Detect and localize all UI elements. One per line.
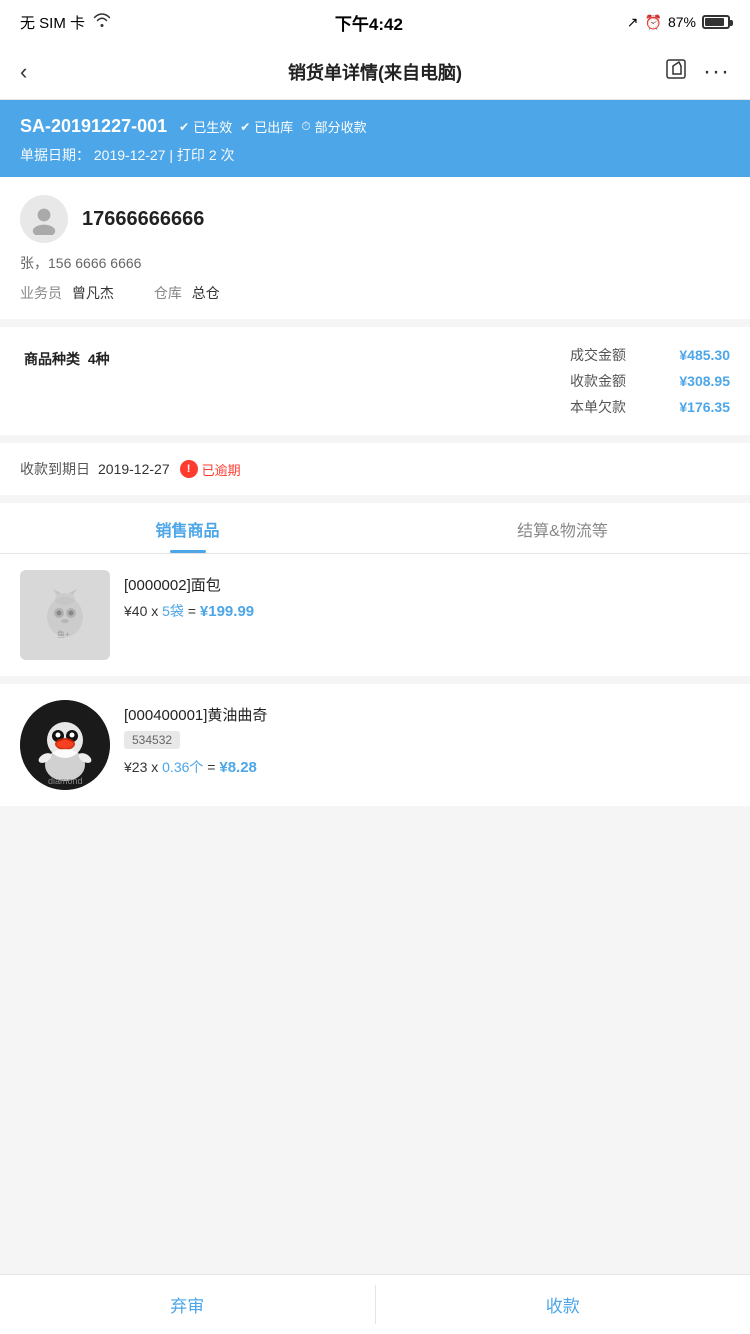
product-item-cookie: diamond [000400001]黄油曲奇 534532 ¥23 x 0.3…	[0, 684, 750, 806]
product-list: 鱼+ [0000002]面包 ¥40 x 5袋 = ¥199.99	[0, 554, 750, 806]
customer-meta: 业务员 曾凡杰 仓库 总仓	[20, 283, 730, 303]
tab-settlement[interactable]: 结算&物流等	[375, 503, 750, 553]
badge-shipped: 已出库	[240, 117, 293, 136]
received-amount-label: 收款金额	[570, 371, 626, 391]
amounts: 成交金额 ¥485.30 收款金额 ¥308.95 本单欠款 ¥176.35	[570, 345, 730, 417]
warehouse: 仓库 总仓	[154, 283, 220, 303]
bottom-bar: 弃审 收款	[0, 1274, 750, 1334]
product-info-cookie: [000400001]黄油曲奇 534532 ¥23 x 0.36个 = ¥8.…	[124, 700, 730, 777]
location-icon: ↗	[627, 14, 639, 31]
product-price-cookie: ¥23 x 0.36个 = ¥8.28	[124, 757, 730, 777]
order-header: SA-20191227-001 已生效 已出库 部分收款 单据日期： 2019-…	[0, 100, 750, 177]
product-types-value: 4种	[88, 351, 110, 367]
sales-rep-label: 业务员	[20, 285, 62, 301]
svg-text:鱼+: 鱼+	[57, 629, 70, 639]
battery-icon	[702, 15, 730, 29]
deal-amount-row: 成交金额 ¥485.30	[570, 345, 730, 365]
tabs-row: 销售商品 结算&物流等	[0, 503, 750, 553]
tab-products-label: 销售商品	[155, 523, 219, 540]
date-label: 单据日期：	[20, 147, 90, 163]
more-button[interactable]: ···	[703, 58, 730, 86]
product-sku-cookie: 534532	[124, 731, 180, 749]
cancel-review-button[interactable]: 弃审	[0, 1275, 375, 1334]
summary-section: 商品种类 4种 成交金额 ¥485.30 收款金额 ¥308.95 本单欠款 ¥…	[0, 327, 750, 435]
received-amount-row: 收款金额 ¥308.95	[570, 371, 730, 391]
sales-rep-value: 曾凡杰	[72, 285, 114, 301]
due-date-label: 收款到期日	[20, 459, 90, 479]
sales-rep: 业务员 曾凡杰	[20, 283, 114, 303]
tabs-section: 销售商品 结算&物流等	[0, 503, 750, 554]
back-button[interactable]: ‹	[12, 51, 35, 93]
price-cookie: ¥23	[124, 759, 147, 775]
price-bread: ¥40	[124, 603, 147, 619]
product-info-bread: [0000002]面包 ¥40 x 5袋 = ¥199.99	[124, 570, 730, 621]
share-button[interactable]	[665, 58, 687, 86]
svg-text:diamond: diamond	[48, 776, 83, 786]
qty-bread: 5袋	[162, 603, 184, 619]
product-name-cookie: [000400001]黄油曲奇	[124, 704, 730, 725]
collect-payment-label: 收款	[546, 1292, 580, 1317]
owed-amount-value: ¥176.35	[650, 399, 730, 415]
product-types-label: 商品种类	[24, 351, 80, 367]
customer-phone: 17666666666	[82, 208, 204, 231]
qty-cookie: 0.36个	[162, 759, 203, 775]
wifi-icon	[93, 13, 111, 31]
product-price-bread: ¥40 x 5袋 = ¥199.99	[124, 601, 730, 621]
warehouse-value: 总仓	[192, 285, 220, 301]
due-section: 收款到期日 2019-12-27 ! 已逾期	[0, 443, 750, 495]
order-badges: 已生效 已出库 部分收款	[179, 117, 367, 136]
product-item: 鱼+ [0000002]面包 ¥40 x 5袋 = ¥199.99	[0, 554, 750, 676]
order-id: SA-20191227-001	[20, 116, 167, 137]
tab-settlement-label: 结算&物流等	[517, 523, 608, 540]
tab-products[interactable]: 销售商品	[0, 503, 375, 553]
battery-percent: 87%	[668, 14, 696, 30]
nav-bar: ‹ 销货单详情(来自电脑) ···	[0, 44, 750, 100]
alarm-icon: ⏰	[645, 14, 662, 31]
received-amount-value: ¥308.95	[650, 373, 730, 389]
product-image-bread: 鱼+	[20, 570, 110, 660]
nav-actions: ···	[665, 58, 730, 86]
cancel-review-label: 弃审	[170, 1292, 204, 1317]
avatar	[20, 195, 68, 243]
overdue-badge: ! 已逾期	[180, 460, 241, 479]
badge-partial: 部分收款	[301, 117, 366, 136]
status-right: ↗ ⏰ 87%	[627, 14, 730, 31]
product-image-cookie: diamond	[20, 700, 110, 790]
status-time: 下午4:42	[335, 10, 403, 35]
due-date-value: 2019-12-27	[98, 461, 170, 477]
customer-name: 张，156 6666 6666	[20, 253, 730, 273]
owed-amount-label: 本单欠款	[570, 397, 626, 417]
product-name-bread: [0000002]面包	[124, 574, 730, 595]
product-types: 商品种类 4种	[20, 345, 110, 369]
customer-section: 17666666666 张，156 6666 6666 业务员 曾凡杰 仓库 总…	[0, 177, 750, 319]
status-bar: 无 SIM 卡 下午4:42 ↗ ⏰ 87%	[0, 0, 750, 44]
deal-amount-value: ¥485.30	[650, 347, 730, 363]
nav-title: 销货单详情(来自电脑)	[288, 59, 462, 85]
collect-payment-button[interactable]: 收款	[376, 1275, 750, 1334]
print-suffix: 次	[221, 147, 235, 163]
print-count: 2	[209, 147, 217, 163]
overdue-icon: !	[180, 460, 198, 478]
order-date-value: 2019-12-27	[94, 147, 166, 163]
order-date: 单据日期： 2019-12-27 | 打印 2 次	[20, 145, 730, 165]
owed-amount-row: 本单欠款 ¥176.35	[570, 397, 730, 417]
warehouse-label: 仓库	[154, 285, 182, 301]
status-left: 无 SIM 卡	[20, 12, 111, 33]
badge-effective: 已生效	[179, 117, 232, 136]
deal-amount-label: 成交金额	[570, 345, 626, 365]
carrier-text: 无 SIM 卡	[20, 12, 85, 33]
total-cookie: ¥8.28	[219, 759, 257, 776]
overdue-text: 已逾期	[202, 460, 241, 479]
total-bread: ¥199.99	[200, 603, 254, 620]
print-label: | 打印	[169, 147, 205, 163]
